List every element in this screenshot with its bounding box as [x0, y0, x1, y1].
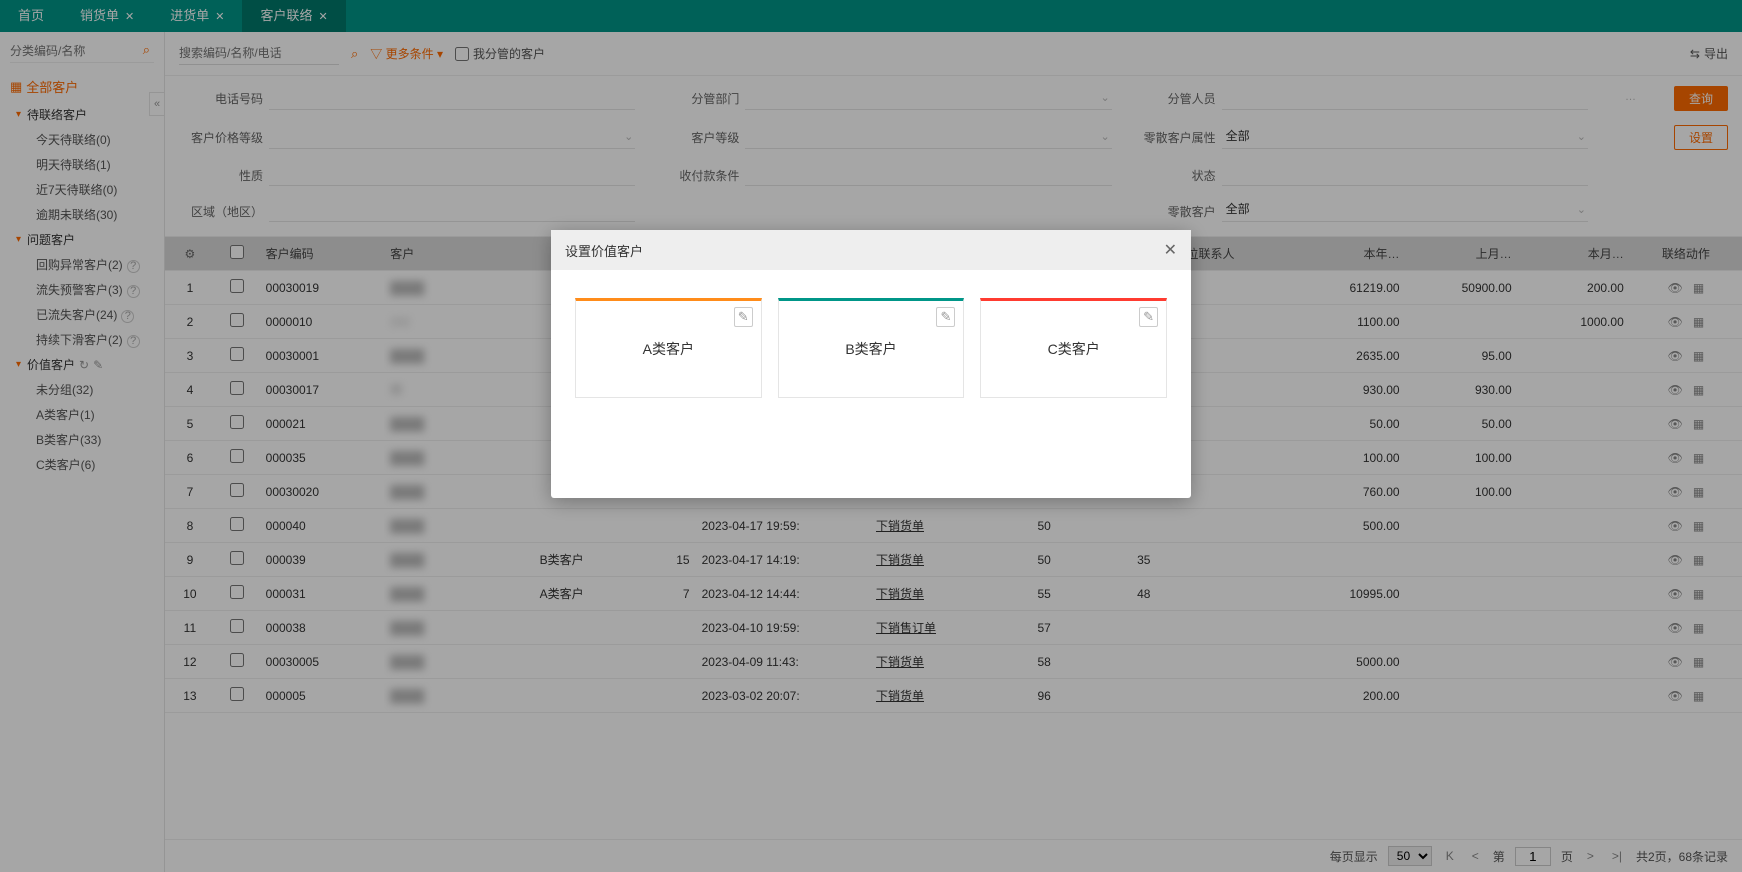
- value-customer-modal: 设置价值客户 ✕ ✎ A类客户 ✎ B类客户 ✎ C类客户: [551, 230, 1191, 498]
- value-card-a[interactable]: ✎ A类客户: [575, 298, 762, 398]
- edit-icon[interactable]: ✎: [734, 307, 753, 327]
- modal-header: 设置价值客户 ✕: [551, 230, 1191, 270]
- modal-body: ✎ A类客户 ✎ B类客户 ✎ C类客户: [551, 270, 1191, 498]
- edit-icon[interactable]: ✎: [936, 307, 955, 327]
- value-card-a-label: A类客户: [643, 339, 694, 359]
- value-card-b-label: B类客户: [845, 339, 896, 359]
- modal-overlay[interactable]: 设置价值客户 ✕ ✎ A类客户 ✎ B类客户 ✎ C类客户: [0, 0, 1742, 872]
- value-card-b[interactable]: ✎ B类客户: [778, 298, 965, 398]
- close-icon[interactable]: ✕: [1164, 240, 1177, 260]
- modal-title: 设置价值客户: [565, 241, 643, 260]
- edit-icon[interactable]: ✎: [1139, 307, 1158, 327]
- value-card-c[interactable]: ✎ C类客户: [980, 298, 1167, 398]
- value-card-c-label: C类客户: [1048, 339, 1100, 359]
